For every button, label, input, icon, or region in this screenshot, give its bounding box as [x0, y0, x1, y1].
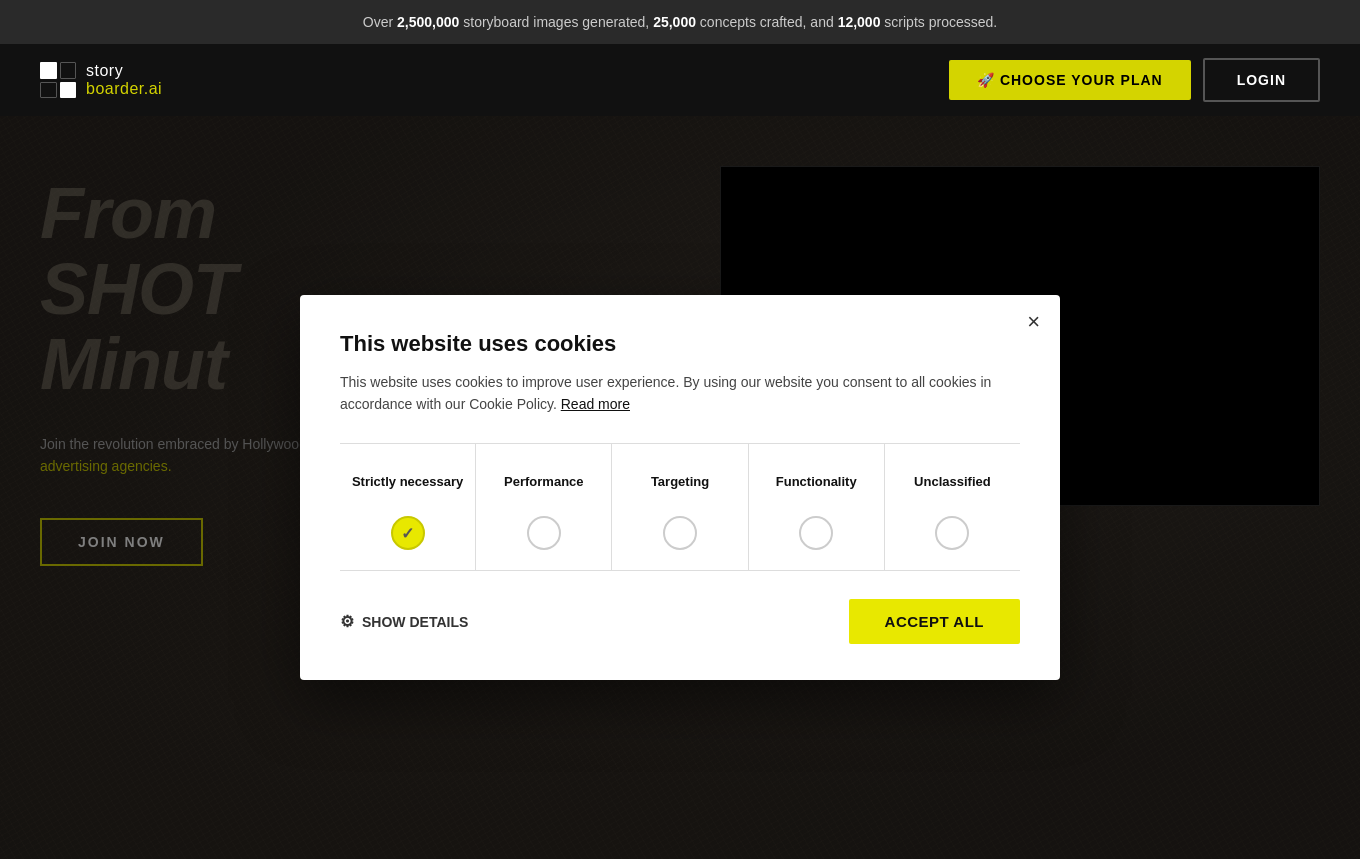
accept-all-button[interactable]: ACCEPT ALL — [849, 599, 1020, 644]
logo-cell-2 — [60, 62, 77, 79]
stat1: 2,500,000 — [397, 14, 459, 30]
show-details-button[interactable]: ⚙ SHOW DETAILS — [340, 612, 468, 631]
category-label-strictly_necessary: Strictly necessary — [352, 464, 463, 500]
stat2: 25,000 — [653, 14, 696, 30]
header: storyboarder.ai 🚀 CHOOSE YOUR PLAN LOGIN — [0, 44, 1360, 116]
category-label-targeting: Targeting — [651, 464, 709, 500]
category-checkbox-performance[interactable] — [527, 516, 561, 550]
cookie-category-unclassified: Unclassified — [885, 444, 1020, 570]
logo-cell-1 — [40, 62, 57, 79]
category-checkbox-functionality[interactable] — [799, 516, 833, 550]
show-details-label: SHOW DETAILS — [362, 614, 468, 630]
login-button[interactable]: LOGIN — [1203, 58, 1320, 102]
cookie-modal-title: This website uses cookies — [340, 331, 1020, 357]
cookie-category-strictly_necessary: Strictly necessary — [340, 444, 476, 570]
cookie-category-performance: Performance — [476, 444, 612, 570]
logo-cell-3 — [40, 82, 57, 99]
category-label-functionality: Functionality — [776, 464, 857, 500]
modal-close-button[interactable]: × — [1027, 311, 1040, 333]
category-label-unclassified: Unclassified — [914, 464, 991, 500]
cookie-category-targeting: Targeting — [612, 444, 748, 570]
cookie-modal-footer: ⚙ SHOW DETAILS ACCEPT ALL — [340, 599, 1020, 644]
cookie-category-functionality: Functionality — [749, 444, 885, 570]
logo-grid-icon — [40, 62, 76, 98]
announcement-bar: Over 2,500,000 storyboard images generat… — [0, 0, 1360, 44]
hero-section: From SHOT Minut Join the revolution embr… — [0, 116, 1360, 859]
category-checkbox-strictly_necessary[interactable] — [391, 516, 425, 550]
category-checkbox-targeting[interactable] — [663, 516, 697, 550]
cookie-categories: Strictly necessary Performance Targeting Fu… — [340, 443, 1020, 571]
logo-text: storyboarder.ai — [86, 62, 162, 98]
gear-icon: ⚙ — [340, 612, 354, 631]
header-actions: 🚀 CHOOSE YOUR PLAN LOGIN — [949, 58, 1320, 102]
stat3: 12,000 — [838, 14, 881, 30]
cookie-modal-description: This website uses cookies to improve use… — [340, 371, 1020, 416]
cookie-modal-overlay: × This website uses cookies This website… — [0, 116, 1360, 859]
logo-cell-4 — [60, 82, 77, 99]
category-label-performance: Performance — [504, 464, 583, 500]
announcement-text: Over 2,500,000 storyboard images generat… — [363, 14, 997, 30]
category-checkbox-unclassified[interactable] — [935, 516, 969, 550]
choose-plan-button[interactable]: 🚀 CHOOSE YOUR PLAN — [949, 60, 1191, 100]
cookie-modal: × This website uses cookies This website… — [300, 295, 1060, 681]
read-more-link[interactable]: Read more — [561, 396, 630, 412]
logo[interactable]: storyboarder.ai — [40, 62, 162, 98]
